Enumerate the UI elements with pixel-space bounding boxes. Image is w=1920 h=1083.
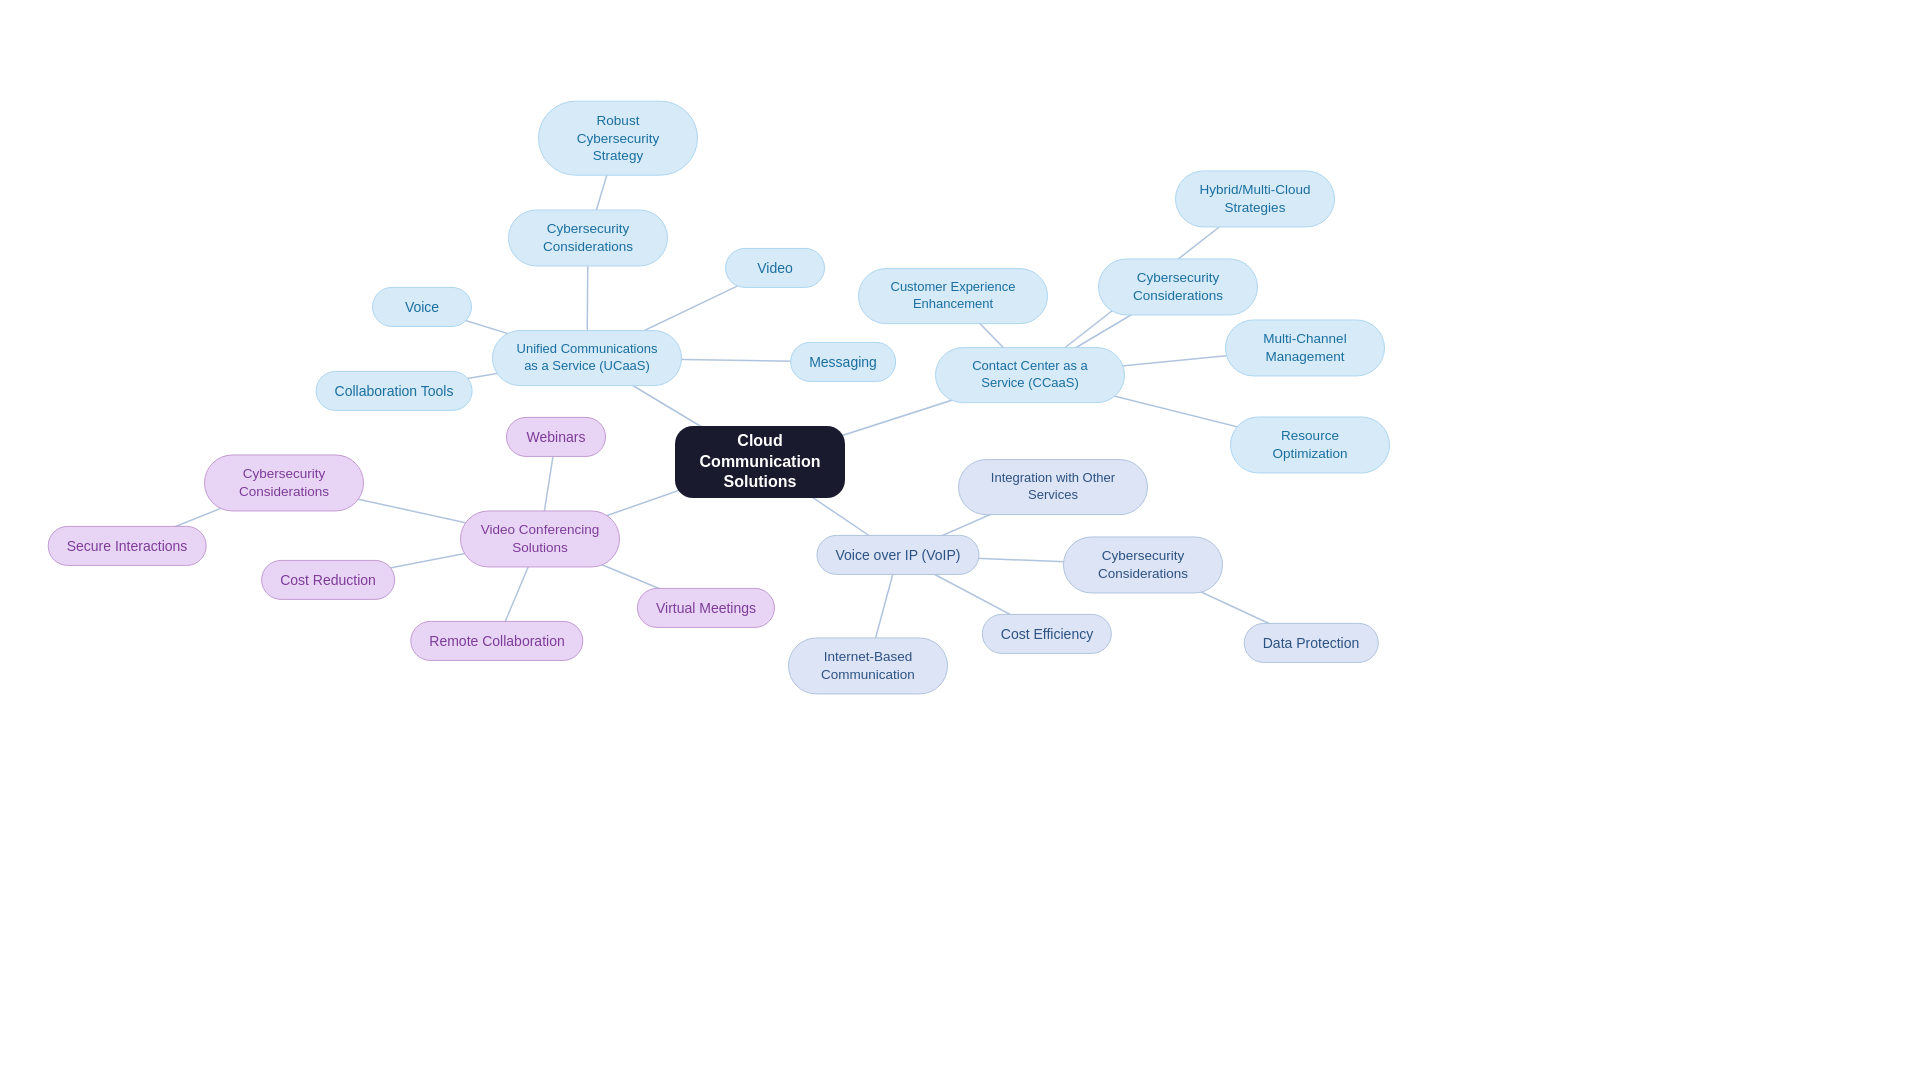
- node-resource_opt: Resource Optimization: [1230, 416, 1390, 473]
- node-cyber_vcs: Cybersecurity Considerations: [204, 454, 364, 511]
- node-integration: Integration with Other Services: [958, 459, 1148, 515]
- node-internet_comm: Internet-Based Communication: [788, 637, 948, 694]
- node-video: Video: [725, 248, 825, 288]
- node-robust_cyber: Robust Cybersecurity Strategy: [538, 101, 698, 176]
- node-secure_int: Secure Interactions: [48, 526, 207, 566]
- node-voice: Voice: [372, 287, 472, 327]
- node-hybrid_cloud: Hybrid/Multi-Cloud Strategies: [1175, 170, 1335, 227]
- node-vcs: Video Conferencing Solutions: [460, 510, 620, 567]
- node-multichannel: Multi-Channel Management: [1225, 319, 1385, 376]
- mind-map: Cloud Communication Solutions Unified Com…: [0, 0, 1920, 1083]
- node-cx: Customer Experience Enhancement: [858, 268, 1048, 324]
- node-virtual_meetings: Virtual Meetings: [637, 588, 775, 628]
- node-cost_reduction: Cost Reduction: [261, 560, 395, 600]
- node-cyber_ucaas: Cybersecurity Considerations: [508, 209, 668, 266]
- node-voip: Voice over IP (VoIP): [816, 535, 979, 575]
- center-node: Cloud Communication Solutions: [675, 426, 845, 498]
- node-cyber_ccaas: Cybersecurity Considerations: [1098, 258, 1258, 315]
- node-collab: Collaboration Tools: [316, 371, 473, 411]
- node-ucaas: Unified Communications as a Service (UCa…: [492, 330, 682, 386]
- node-ccaas: Contact Center as a Service (CCaaS): [935, 347, 1125, 403]
- node-data_prot: Data Protection: [1244, 623, 1379, 663]
- node-cyber_voip: Cybersecurity Considerations: [1063, 536, 1223, 593]
- node-remote_collab: Remote Collaboration: [410, 621, 583, 661]
- node-webinars: Webinars: [506, 417, 606, 457]
- node-messaging: Messaging: [790, 342, 896, 382]
- node-cost_eff: Cost Efficiency: [982, 614, 1112, 654]
